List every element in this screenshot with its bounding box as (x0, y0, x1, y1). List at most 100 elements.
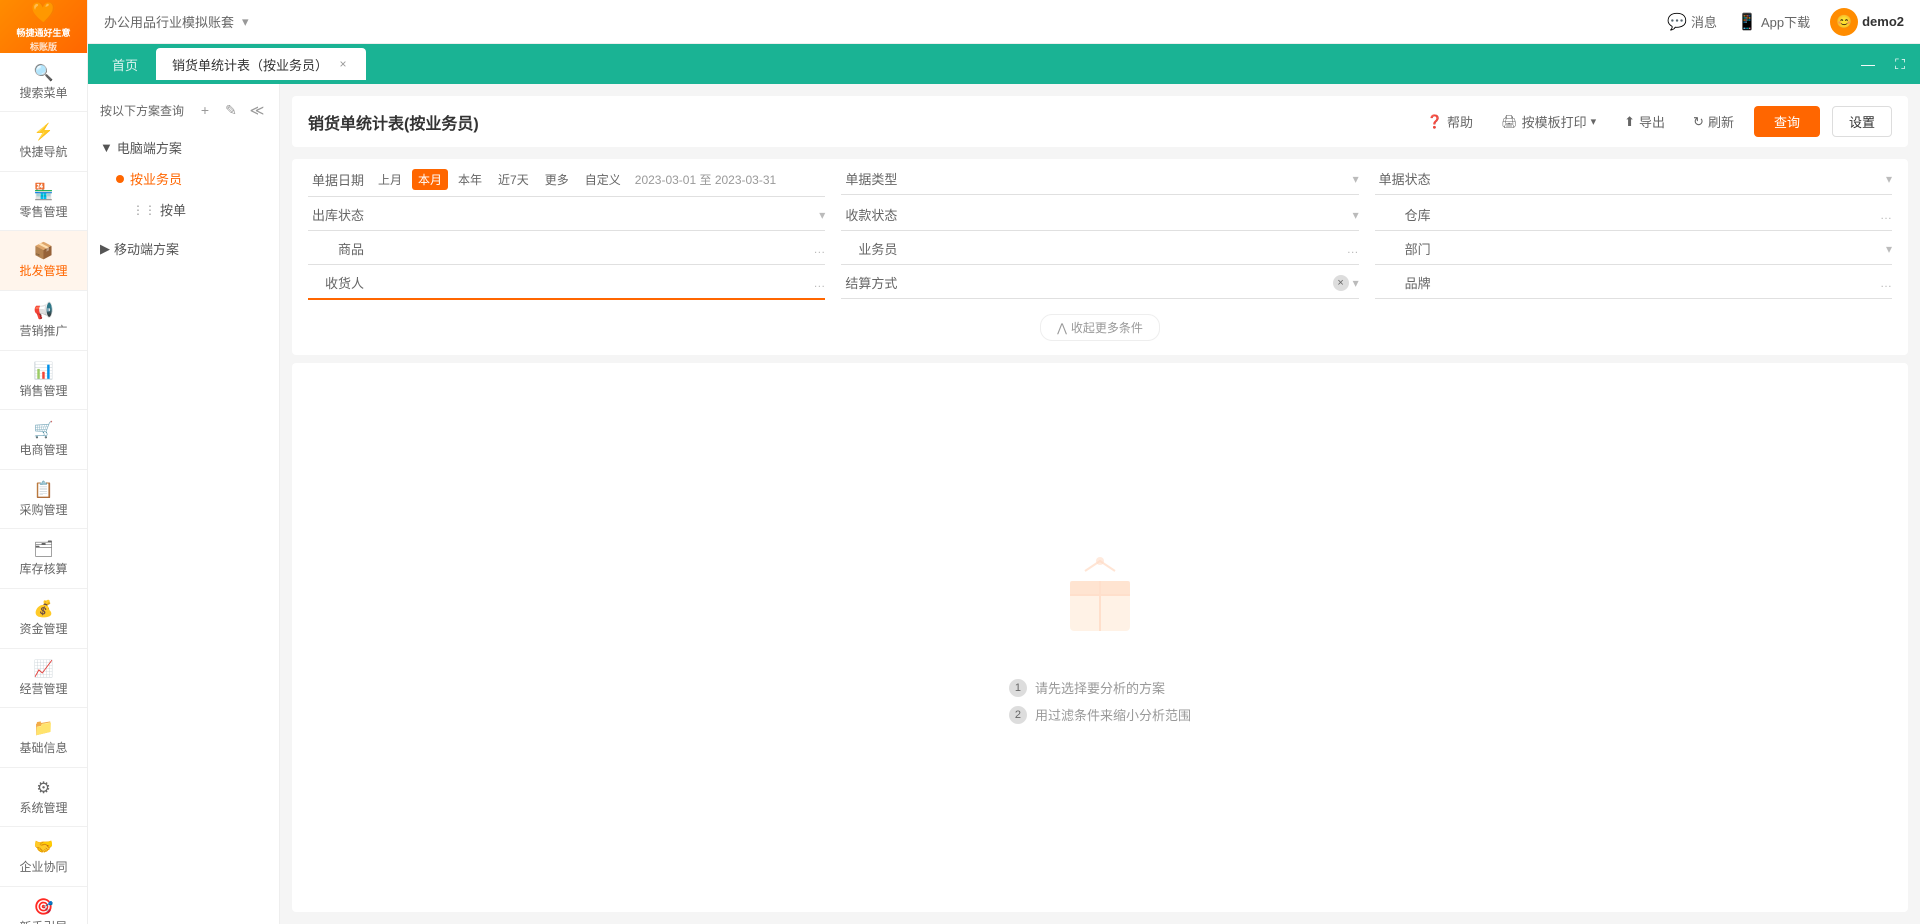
export-btn[interactable]: ⬆ 导出 (1616, 108, 1673, 135)
sidebar-item-operation[interactable]: 📈 经营管理 (0, 649, 88, 709)
refresh-btn[interactable]: ↻ 刷新 (1685, 108, 1742, 135)
scheme-item-salesperson[interactable]: 按业务员 (88, 163, 279, 194)
scheme-collapse-btn[interactable]: ≪ (247, 100, 267, 120)
doc-status-filter-cell: 单据状态 ▾ (1375, 169, 1892, 195)
finance-icon: 💰 (34, 599, 54, 619)
department-dropdown-icon[interactable]: ▾ (1886, 242, 1892, 256)
receiver-input[interactable] (372, 275, 813, 290)
sidebar-item-basic-info[interactable]: 📁 基础信息 (0, 708, 88, 768)
department-filter-cell: 部门 ▾ (1375, 239, 1892, 265)
date-tab-custom[interactable]: 自定义 (579, 169, 627, 190)
tab-close-icon[interactable]: × (336, 57, 350, 71)
scheme-item-order[interactable]: ⋮⋮ 按单 (88, 194, 279, 225)
date-tab-this-year[interactable]: 本年 (452, 169, 488, 190)
app-download-btn[interactable]: 📱 App下载 (1737, 12, 1810, 32)
breadcrumb-dropdown-icon[interactable]: ▾ (242, 14, 249, 30)
collapse-chevron-icon: ⋀ (1057, 321, 1067, 335)
sidebar-item-quick-nav[interactable]: ⚡ 快捷导航 (0, 112, 88, 172)
date-tab-more[interactable]: 更多 (539, 169, 575, 190)
scheme-group-desktop: ▼ 电脑端方案 按业务员 ⋮⋮ 按单 (88, 128, 279, 229)
print-btn[interactable]: 🖨 按模板打印 ▾ (1493, 108, 1604, 135)
pay-status-filter-cell: 收款状态 ▾ (841, 205, 1358, 231)
salesperson-more-icon[interactable]: … (1347, 242, 1359, 256)
print-label: 按模板打印 (1522, 112, 1587, 131)
page-title: 销货单统计表(按业务员) (308, 110, 479, 134)
tab-expand-btn[interactable]: ⛶ (1888, 52, 1912, 76)
export-label: 导出 (1639, 112, 1665, 131)
sidebar-finance-label: 资金管理 (19, 622, 67, 638)
sidebar-item-sales[interactable]: 📊 销售管理 (0, 351, 88, 411)
sidebar-item-purchase[interactable]: 📋 采购管理 (0, 470, 88, 530)
sidebar-item-marketing[interactable]: 📢 营销推广 (0, 291, 88, 351)
warehouse-more-icon[interactable]: … (1880, 208, 1892, 222)
sidebar: 🧡 畅捷通好生意 标账版 🔍 搜索菜单 ⚡ 快捷导航 🏪 零售管理 📦 批发管理… (0, 0, 88, 924)
receiver-filter-cell: 收货人 … (308, 273, 825, 300)
scheme-add-btn[interactable]: + (195, 100, 215, 120)
enterprise-icon: 🤝 (34, 837, 54, 857)
inventory-icon: 🗂 (33, 539, 53, 559)
doc-status-dropdown-icon[interactable]: ▾ (1886, 172, 1892, 186)
brand-more-icon[interactable]: … (1880, 276, 1892, 290)
export-icon: ⬆ (1624, 114, 1635, 130)
page-header: 销货单统计表(按业务员) ❓ 帮助 🖨 按模板打印 ▾ ⬆ 导出 (292, 96, 1908, 147)
page-actions: ❓ 帮助 🖨 按模板打印 ▾ ⬆ 导出 ↻ 刷新 (1419, 106, 1892, 137)
app-download-label: App下载 (1761, 12, 1810, 31)
help-btn[interactable]: ❓ 帮助 (1419, 108, 1481, 135)
print-dropdown-icon: ▾ (1591, 115, 1597, 128)
scheme-group-desktop-header[interactable]: ▼ 电脑端方案 (88, 132, 279, 163)
order-scheme-icon: ⋮⋮ (132, 203, 156, 217)
tip-num-1: 1 (1009, 679, 1027, 697)
tip-num-2: 2 (1009, 706, 1027, 724)
tab-home[interactable]: 首页 (96, 48, 154, 80)
brand-filter-cell: 品牌 … (1375, 273, 1892, 299)
date-range-text: 2023-03-01 至 2023-03-31 (635, 171, 776, 188)
search-nav-icon: 🔍 (34, 63, 54, 83)
tab-sales-stats[interactable]: 销货单统计表（按业务员） × (156, 48, 366, 80)
out-status-dropdown-icon[interactable]: ▾ (819, 208, 825, 222)
main-area: 办公用品行业模拟账套 ▾ 💬 消息 📱 App下载 😊 demo2 首页 (88, 0, 1920, 924)
date-tab-7days[interactable]: 近7天 (492, 169, 535, 190)
goods-more-icon[interactable]: … (813, 242, 825, 256)
payment-dropdown-icon[interactable]: ▾ (1353, 276, 1359, 290)
sidebar-item-ecommerce[interactable]: 🛒 电商管理 (0, 410, 88, 470)
scheme-group-mobile-header[interactable]: ▶ 移动端方案 (88, 233, 279, 264)
empty-state: 1 请先选择要分析的方案 2 用过滤条件来缩小分析范围 (292, 363, 1908, 912)
sidebar-ecommerce-label: 电商管理 (19, 443, 67, 459)
sidebar-item-guide[interactable]: 🎯 新手引导 (0, 887, 88, 924)
tab-minimize-btn[interactable]: — (1856, 52, 1880, 76)
filter-row-4: 收货人 … 结算方式 × ▾ 品牌 … (308, 273, 1892, 300)
topbar-left: 办公用品行业模拟账套 ▾ (104, 12, 249, 31)
logo-text: 畅捷通好生意 (16, 27, 70, 40)
sidebar-item-enterprise[interactable]: 🤝 企业协同 (0, 827, 88, 887)
collapse-label: 收起更多条件 (1071, 319, 1143, 336)
collapse-btn[interactable]: ⋀ 收起更多条件 (1040, 314, 1160, 341)
empty-tip-2-text: 用过滤条件来缩小分析范围 (1035, 705, 1191, 724)
refresh-label: 刷新 (1708, 112, 1734, 131)
topbar: 办公用品行业模拟账套 ▾ 💬 消息 📱 App下载 😊 demo2 (88, 0, 1920, 44)
pay-status-dropdown-icon[interactable]: ▾ (1353, 208, 1359, 222)
doc-type-dropdown-icon[interactable]: ▾ (1353, 172, 1359, 186)
sidebar-item-retail[interactable]: 🏪 零售管理 (0, 172, 88, 232)
sidebar-item-system[interactable]: ⚙ 系统管理 (0, 768, 88, 828)
sidebar-item-finance[interactable]: 💰 资金管理 (0, 589, 88, 649)
sidebar-item-wholesale[interactable]: 📦 批发管理 (0, 231, 88, 291)
sidebar-item-inventory[interactable]: 🗂 库存核算 (0, 529, 88, 589)
settings-button[interactable]: 设置 (1832, 106, 1892, 137)
empty-tip-1: 1 请先选择要分析的方案 (1009, 678, 1191, 697)
empty-box-icon (1050, 551, 1150, 641)
receiver-label: 收货人 (308, 273, 364, 292)
guide-icon: 🎯 (34, 897, 54, 917)
operation-icon: 📈 (34, 659, 54, 679)
payment-close-icon[interactable]: × (1333, 275, 1349, 291)
date-tab-last-month[interactable]: 上月 (372, 169, 408, 190)
message-btn[interactable]: 💬 消息 (1667, 12, 1717, 32)
date-tab-this-month[interactable]: 本月 (412, 169, 448, 190)
user-profile-btn[interactable]: 😊 demo2 (1830, 8, 1904, 36)
receiver-more-icon[interactable]: … (813, 276, 825, 290)
scheme-edit-btn[interactable]: ✎ (221, 100, 241, 120)
out-status-filter-cell: 出库状态 ▾ (308, 205, 825, 231)
sidebar-item-search[interactable]: 🔍 搜索菜单 (0, 53, 88, 113)
filter-row-3: 商品 … 业务员 … 部门 ▾ (308, 239, 1892, 265)
search-button[interactable]: 查询 (1754, 106, 1820, 137)
salesperson-label: 业务员 (841, 239, 897, 258)
